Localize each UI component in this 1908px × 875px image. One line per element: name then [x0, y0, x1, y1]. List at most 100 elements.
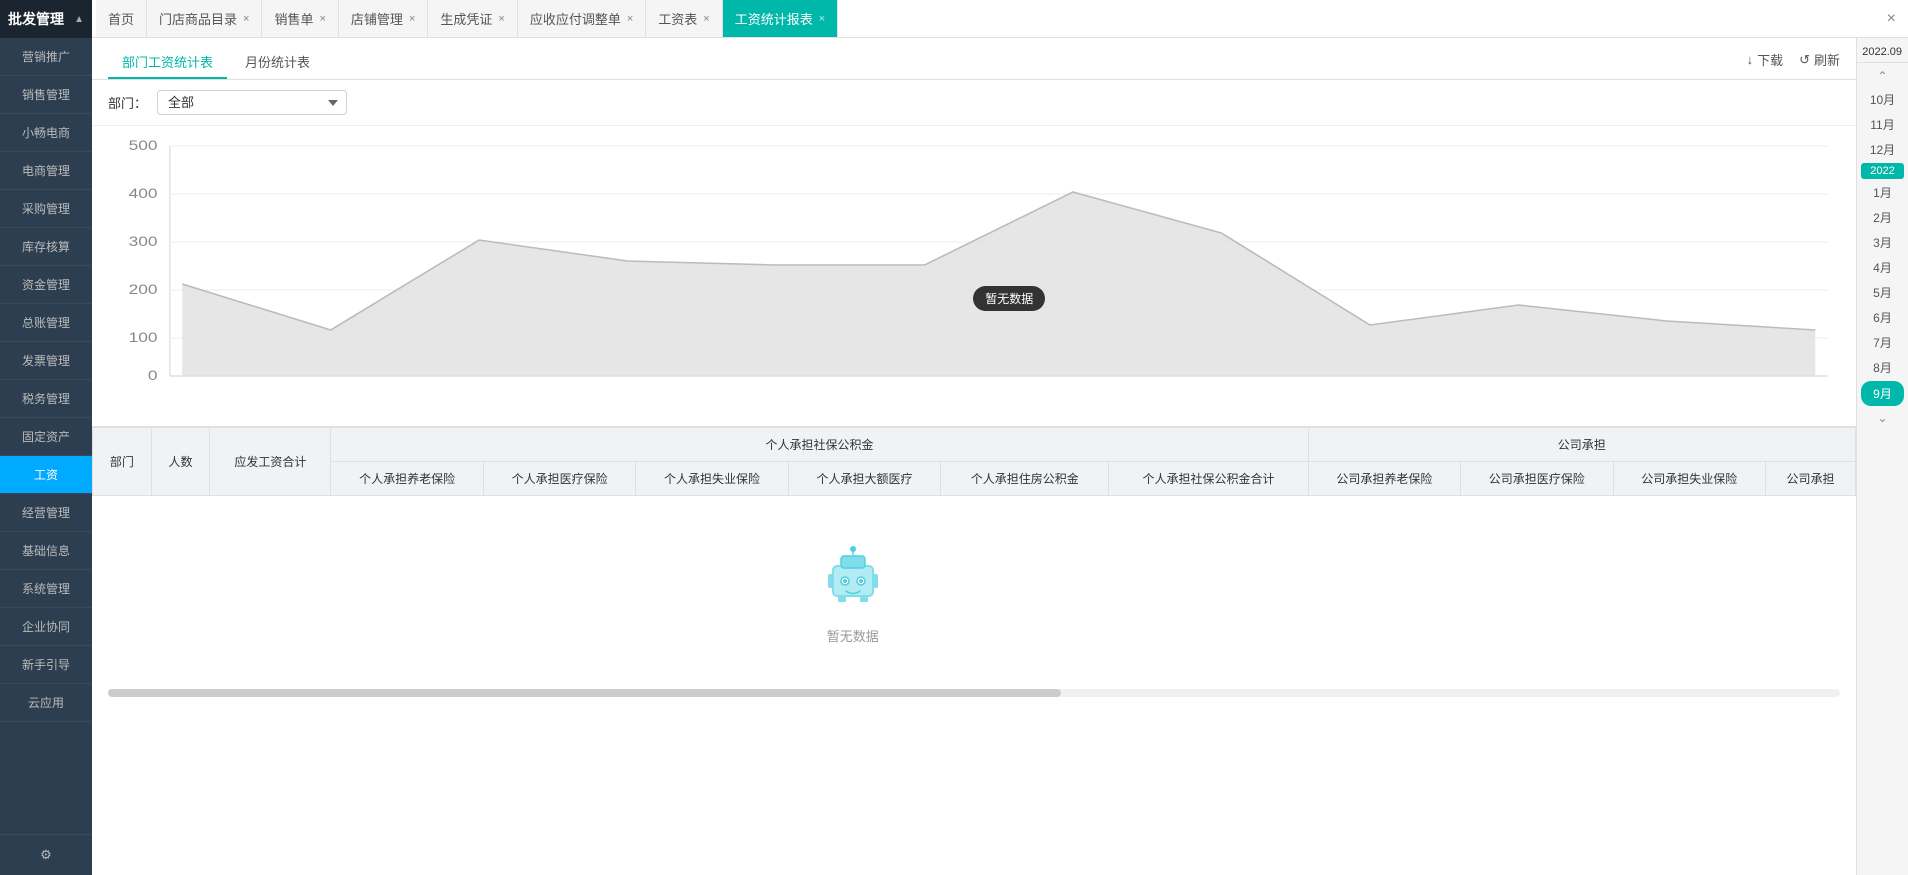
calendar-down-button[interactable]: ⌄ — [1869, 407, 1897, 429]
sub-tab-部门工资统计表[interactable]: 部门工资统计表 — [108, 46, 227, 79]
table-container[interactable]: 部门 人数 应发工资合计 个人承担社保公积金 公司承担 个人承担养老保险 个人承… — [92, 426, 1856, 875]
empty-icon — [813, 536, 893, 616]
sidebar-item-发票管理[interactable]: 发票管理 — [0, 342, 92, 380]
sidebar-item-基础信息[interactable]: 基础信息 — [0, 532, 92, 570]
sidebar-item-库存核算[interactable]: 库存核算 — [0, 228, 92, 266]
filter-row: 部门： 全部 财务部 销售部 采购部 仓储部 — [92, 80, 1856, 126]
calendar-month-5月[interactable]: 5月 — [1857, 280, 1908, 305]
col-personal-total: 个人承担社保公积金合计 — [1109, 462, 1308, 496]
col-company-medical: 公司承担医疗保险 — [1461, 462, 1613, 496]
sidebar-item-小畅电商[interactable]: 小畅电商 — [0, 114, 92, 152]
col-personal-pension: 个人承担养老保险 — [331, 462, 483, 496]
refresh-label: 刷新 — [1814, 50, 1840, 69]
tab-bar: 首页门店商品目录×销售单×店铺管理×生成凭证×应收应付调整单×工资表×工资统计报… — [92, 0, 1908, 38]
tab-店铺管理[interactable]: 店铺管理× — [339, 0, 428, 38]
sidebar-item-经营管理[interactable]: 经营管理 — [0, 494, 92, 532]
calendar-month-1月[interactable]: 1月 — [1857, 180, 1908, 205]
sidebar-item-固定资产[interactable]: 固定资产 — [0, 418, 92, 456]
download-icon: ↓ — [1747, 52, 1754, 67]
empty-text: 暂无数据 — [827, 626, 879, 645]
calendar-month-4月[interactable]: 4月 — [1857, 255, 1908, 280]
col-group-company: 公司承担 — [1308, 428, 1855, 462]
tab-close-icon[interactable]: × — [319, 13, 325, 25]
col-personal-housing: 个人承担住房公积金 — [941, 462, 1109, 496]
sidebar-header[interactable]: 批发管理 ▲ — [0, 0, 92, 38]
toolbar: ↓ 下载 ↺ 刷新 — [1747, 50, 1840, 75]
sidebar-item-电商管理[interactable]: 电商管理 — [0, 152, 92, 190]
col-company-pension: 公司承担养老保险 — [1308, 462, 1460, 496]
tab-close-icon[interactable]: × — [243, 13, 249, 25]
sidebar-item-税务管理[interactable]: 税务管理 — [0, 380, 92, 418]
sidebar-item-工资[interactable]: 工资 — [0, 456, 92, 494]
svg-text:400: 400 — [129, 186, 158, 201]
tab-首页[interactable]: 首页 — [96, 0, 147, 38]
dept-filter-label: 部门： — [108, 93, 147, 112]
tab-close-icon[interactable]: × — [498, 13, 504, 25]
dept-filter-select[interactable]: 全部 财务部 销售部 采购部 仓储部 — [157, 90, 347, 115]
sidebar: 批发管理 ▲ 营销推广销售管理小畅电商电商管理采购管理库存核算资金管理总账管理发… — [0, 0, 92, 875]
tab-门店商品目录[interactable]: 门店商品目录× — [147, 0, 262, 38]
sidebar-item-采购管理[interactable]: 采购管理 — [0, 190, 92, 228]
empty-state: 暂无数据 — [93, 496, 1614, 685]
col-personal-unemployment: 个人承担失业保险 — [636, 462, 788, 496]
sidebar-item-销售管理[interactable]: 销售管理 — [0, 76, 92, 114]
svg-text:0: 0 — [148, 368, 158, 383]
main-area: 首页门店商品目录×销售单×店铺管理×生成凭证×应收应付调整单×工资表×工资统计报… — [92, 0, 1908, 875]
sidebar-title: 批发管理 — [8, 9, 64, 29]
calendar-month-2月[interactable]: 2月 — [1857, 205, 1908, 230]
calendar-panel: 2022.09 ⌃ 10月11月12月20221月2月3月4月5月6月7月8月9… — [1856, 38, 1908, 875]
calendar-month-10月[interactable]: 10月 — [1857, 87, 1908, 112]
sidebar-item-企业协同[interactable]: 企业协同 — [0, 608, 92, 646]
refresh-button[interactable]: ↺ 刷新 — [1799, 50, 1840, 69]
svg-text:500: 500 — [129, 138, 158, 153]
col-headcount: 人数 — [151, 428, 210, 496]
chart-container: 500 400 300 200 100 0 暂无数据 — [92, 126, 1856, 426]
settings-icon: ⚙ — [40, 847, 52, 862]
col-dept: 部门 — [93, 428, 152, 496]
col-company-unemployment: 公司承担失业保险 — [1613, 462, 1765, 496]
scrollbar-thumb[interactable] — [108, 689, 1061, 697]
calendar-month-11月[interactable]: 11月 — [1857, 112, 1908, 137]
refresh-icon: ↺ — [1799, 52, 1810, 68]
tab-销售单[interactable]: 销售单× — [262, 0, 338, 38]
col-group-personal: 个人承担社保公积金 — [331, 428, 1308, 462]
main-content: 部门工资统计表月份统计表 ↓ 下载 ↺ 刷新 部门： 全部 财 — [92, 38, 1856, 875]
svg-text:200: 200 — [129, 282, 158, 297]
calendar-month-3月[interactable]: 3月 — [1857, 230, 1908, 255]
chart-tooltip: 暂无数据 — [973, 286, 1045, 311]
calendar-up-button[interactable]: ⌃ — [1869, 65, 1897, 87]
svg-text:300: 300 — [129, 234, 158, 249]
tab-工资表[interactable]: 工资表× — [646, 0, 722, 38]
tab-close-icon[interactable]: × — [819, 13, 825, 25]
tab-close-icon[interactable]: × — [627, 13, 633, 25]
sidebar-item-云应用[interactable]: 云应用 — [0, 684, 92, 722]
sidebar-settings-button[interactable]: ⚙ — [0, 834, 92, 875]
sidebar-item-资金管理[interactable]: 资金管理 — [0, 266, 92, 304]
sidebar-item-总账管理[interactable]: 总账管理 — [0, 304, 92, 342]
tab-close-icon[interactable]: × — [703, 13, 709, 25]
close-all-tabs-button[interactable]: × — [1879, 10, 1904, 28]
calendar-month-9月[interactable]: 9月 — [1861, 381, 1904, 406]
sidebar-item-新手引导[interactable]: 新手引导 — [0, 646, 92, 684]
calendar-year-badge[interactable]: 2022 — [1861, 163, 1904, 179]
download-button[interactable]: ↓ 下载 — [1747, 50, 1784, 69]
calendar-month-6月[interactable]: 6月 — [1857, 305, 1908, 330]
download-label: 下载 — [1757, 50, 1783, 69]
sidebar-item-营销推广[interactable]: 营销推广 — [0, 38, 92, 76]
col-personal-major-medical: 个人承担大额医疗 — [788, 462, 940, 496]
sub-tab-月份统计表[interactable]: 月份统计表 — [231, 46, 324, 79]
tab-应收应付调整单[interactable]: 应收应付调整单× — [518, 0, 646, 38]
content-area: 部门工资统计表月份统计表 ↓ 下载 ↺ 刷新 部门： 全部 财 — [92, 38, 1908, 875]
sidebar-collapse-icon: ▲ — [74, 14, 84, 25]
tab-工资统计报表[interactable]: 工资统计报表× — [723, 0, 838, 38]
calendar-month-8月[interactable]: 8月 — [1857, 355, 1908, 380]
calendar-month-7月[interactable]: 7月 — [1857, 330, 1908, 355]
calendar-month-12月[interactable]: 12月 — [1857, 137, 1908, 162]
sidebar-item-系统管理[interactable]: 系统管理 — [0, 570, 92, 608]
sub-tabs-bar: 部门工资统计表月份统计表 ↓ 下载 ↺ 刷新 — [92, 38, 1856, 80]
col-personal-medical: 个人承担医疗保险 — [483, 462, 635, 496]
tab-生成凭证[interactable]: 生成凭证× — [428, 0, 517, 38]
horizontal-scrollbar[interactable] — [108, 689, 1840, 697]
tab-close-icon[interactable]: × — [409, 13, 415, 25]
salary-table: 部门 人数 应发工资合计 个人承担社保公积金 公司承担 个人承担养老保险 个人承… — [92, 427, 1856, 685]
